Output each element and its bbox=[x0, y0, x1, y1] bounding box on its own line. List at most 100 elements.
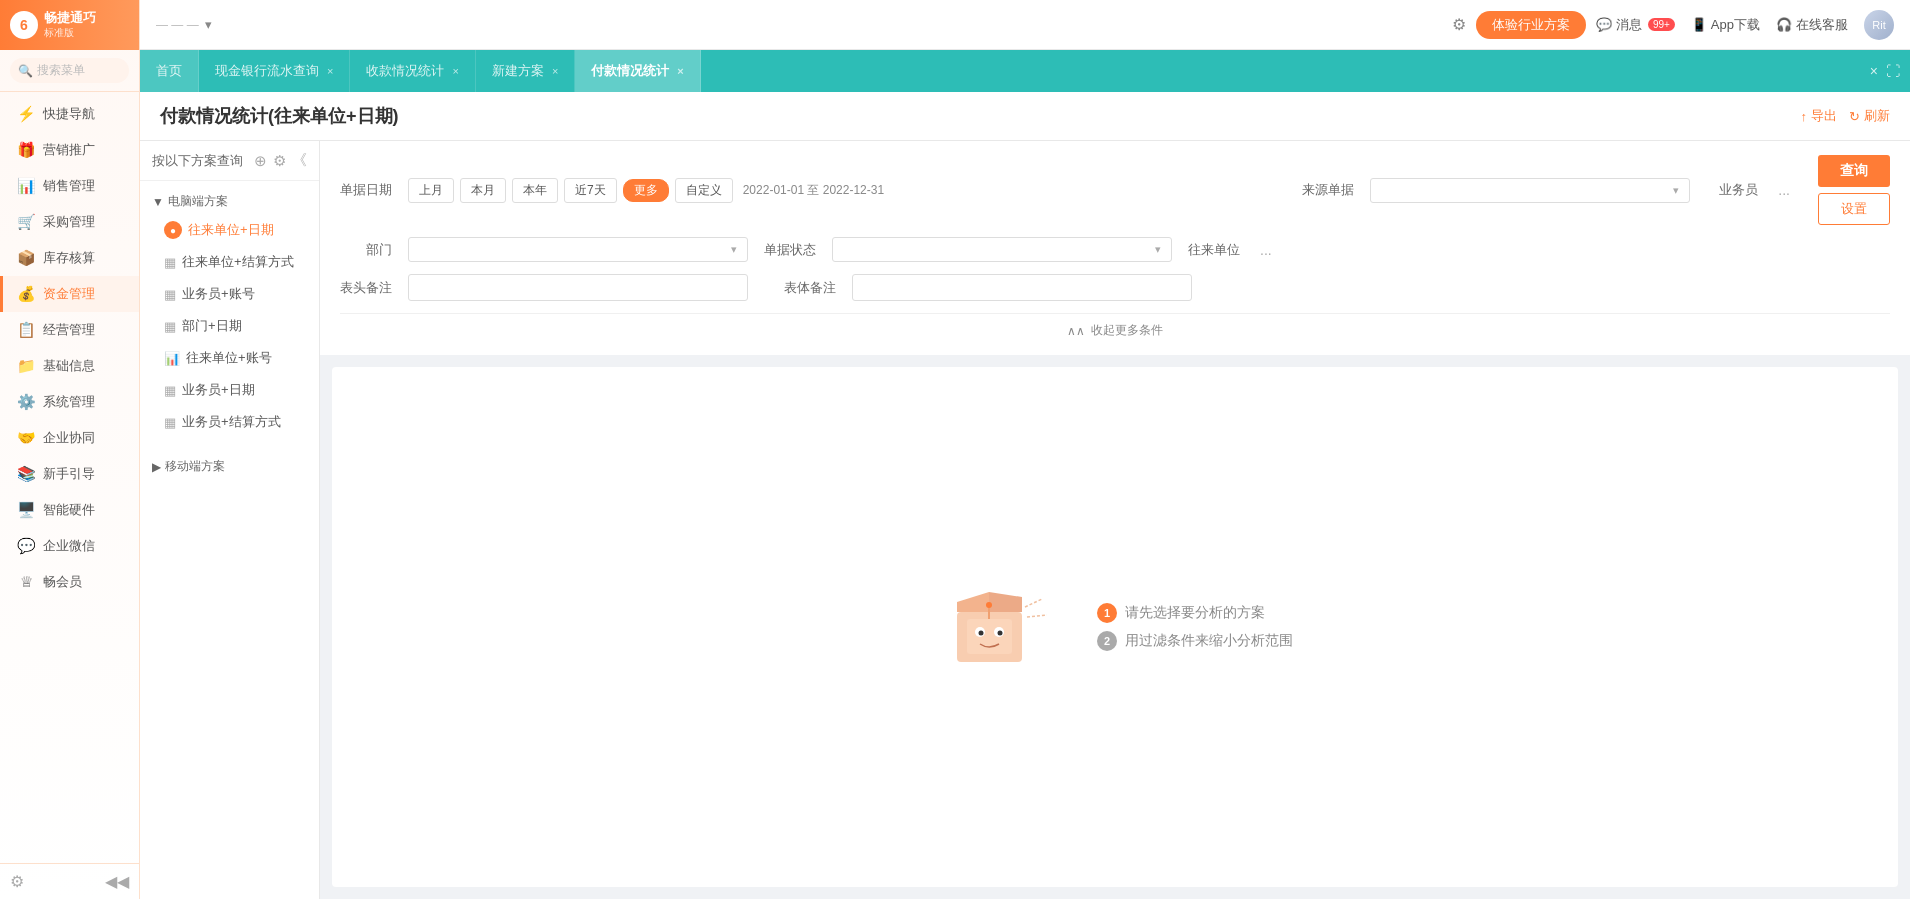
sidebar-item-label: 系统管理 bbox=[43, 393, 95, 411]
user-avatar[interactable]: Rit bbox=[1864, 10, 1894, 40]
dept-label: 部门 bbox=[340, 241, 392, 259]
body-note-input[interactable] bbox=[852, 274, 1192, 301]
tab-payment-close[interactable]: × bbox=[677, 65, 683, 77]
marketing-icon: 🎁 bbox=[17, 141, 35, 159]
scheme-mobile-title[interactable]: ▶ 移动端方案 bbox=[140, 454, 319, 479]
experience-btn[interactable]: 体验行业方案 bbox=[1476, 11, 1586, 39]
collapse-sidebar-icon[interactable]: ◀◀ bbox=[105, 872, 129, 891]
related-unit-ellipsis[interactable]: ... bbox=[1256, 242, 1276, 258]
date-btn-this-month[interactable]: 本月 bbox=[460, 178, 506, 203]
messages-btn[interactable]: 💬 消息 99+ bbox=[1596, 16, 1675, 34]
section-label: 电脑端方案 bbox=[168, 193, 228, 210]
sidebar-item-basicinfo[interactable]: 📁 基础信息 bbox=[0, 348, 139, 384]
dropdown-arrow[interactable]: ▾ bbox=[205, 17, 212, 32]
sidebar-item-system[interactable]: ⚙️ 系统管理 bbox=[0, 384, 139, 420]
scheme-item-staff-date[interactable]: ▦ 业务员+日期 bbox=[140, 374, 319, 406]
dept-select[interactable]: ▾ bbox=[408, 237, 748, 262]
sidebar-item-guide[interactable]: 📚 新手引导 bbox=[0, 456, 139, 492]
scheme-item-unit-date[interactable]: ● 往来单位+日期 bbox=[140, 214, 319, 246]
scheme-add-icon[interactable]: ⊕ bbox=[254, 152, 267, 170]
sidebar-search-inner[interactable]: 🔍 搜索菜单 bbox=[10, 58, 129, 83]
date-btn-last-month[interactable]: 上月 bbox=[408, 178, 454, 203]
sidebar-item-capital[interactable]: 💰 资金管理 bbox=[0, 276, 139, 312]
settings-btn[interactable]: 设置 bbox=[1818, 193, 1890, 225]
sidebar-bottom: ⚙ ◀◀ bbox=[0, 863, 139, 899]
sidebar-item-quicknav[interactable]: ⚡ 快捷导航 bbox=[0, 96, 139, 132]
query-btn[interactable]: 查询 bbox=[1818, 155, 1890, 187]
tab-bank-close[interactable]: × bbox=[327, 65, 333, 77]
dept-select-arrow: ▾ bbox=[731, 243, 737, 256]
logo-icon: 6 bbox=[10, 11, 38, 39]
sidebar-item-inventory[interactable]: 📦 库存核算 bbox=[0, 240, 139, 276]
settings-bottom-icon[interactable]: ⚙ bbox=[10, 872, 24, 891]
empty-state-content: 1 请先选择要分析的方案 2 用过滤条件来缩小分析范围 bbox=[937, 577, 1293, 677]
search-label: 搜索菜单 bbox=[37, 62, 85, 79]
date-buttons: 上月 本月 本年 近7天 更多 自定义 2022-01-01 至 2022-12… bbox=[408, 178, 884, 203]
sidebar-item-operations[interactable]: 📋 经营管理 bbox=[0, 312, 139, 348]
empty-state: 1 请先选择要分析的方案 2 用过滤条件来缩小分析范围 bbox=[332, 367, 1898, 887]
doc-status-select[interactable]: ▾ bbox=[832, 237, 1172, 262]
sidebar-nav: ⚡ 快捷导航 🎁 营销推广 📊 销售管理 🛒 采购管理 📦 库存核算 💰 资金管… bbox=[0, 92, 139, 863]
header-settings-icon[interactable]: ⚙ bbox=[1452, 15, 1466, 34]
tab-new-scheme-close[interactable]: × bbox=[552, 65, 558, 77]
scheme-item-dept-date[interactable]: ▦ 部门+日期 bbox=[140, 310, 319, 342]
guide-icon: 📚 bbox=[17, 465, 35, 483]
date-btn-more[interactable]: 更多 bbox=[623, 179, 669, 202]
scheme-item-unit-settle[interactable]: ▦ 往来单位+结算方式 bbox=[140, 246, 319, 278]
empty-step-1: 1 请先选择要分析的方案 bbox=[1097, 603, 1293, 623]
scheme-table-icon: ▦ bbox=[164, 287, 176, 302]
date-btn-custom[interactable]: 自定义 bbox=[675, 178, 733, 203]
refresh-btn[interactable]: ↻ 刷新 bbox=[1849, 107, 1890, 125]
sidebar-item-sales[interactable]: 📊 销售管理 bbox=[0, 168, 139, 204]
scheme-item-label: 业务员+日期 bbox=[182, 381, 255, 399]
filter-collapse-btn[interactable]: ∧∧ 收起更多条件 bbox=[340, 313, 1890, 347]
source-select[interactable]: ▾ bbox=[1370, 178, 1690, 203]
scheme-panel: 按以下方案查询 ⊕ ⚙ 《 ▼ 电脑端方案 ● 往来单位+日期 bbox=[140, 141, 320, 899]
scheme-item-unit-account[interactable]: 📊 往来单位+账号 bbox=[140, 342, 319, 374]
scheme-item-staff-settle[interactable]: ▦ 业务员+结算方式 bbox=[140, 406, 319, 438]
logo-text-block: 畅捷通巧 标准版 bbox=[44, 10, 96, 40]
filter-area: 单据日期 上月 本月 本年 近7天 更多 自定义 2022-01-01 至 20… bbox=[320, 141, 1910, 355]
sidebar-item-marketing[interactable]: 🎁 营销推广 bbox=[0, 132, 139, 168]
collapse-label: 收起更多条件 bbox=[1091, 322, 1163, 339]
fullscreen-icon[interactable]: ⛶ bbox=[1886, 63, 1900, 79]
scheme-item-label: 往来单位+结算方式 bbox=[182, 253, 294, 271]
staff-label: 业务员 bbox=[1706, 181, 1758, 199]
empty-illustration bbox=[937, 577, 1057, 677]
head-note-input[interactable] bbox=[408, 274, 748, 301]
app-download-btn[interactable]: 📱 App下载 bbox=[1691, 16, 1760, 34]
online-service-btn[interactable]: 🎧 在线客服 bbox=[1776, 16, 1848, 34]
scheme-settings-icon[interactable]: ⚙ bbox=[273, 152, 286, 170]
sidebar-item-label: 新手引导 bbox=[43, 465, 95, 483]
scheme-collapse-icon[interactable]: 《 bbox=[292, 151, 307, 170]
tab-bank[interactable]: 现金银行流水查询 × bbox=[199, 50, 350, 92]
export-btn[interactable]: ↑ 导出 bbox=[1801, 107, 1838, 125]
date-range-text: 2022-01-01 至 2022-12-31 bbox=[743, 182, 884, 199]
empty-text: 1 请先选择要分析的方案 2 用过滤条件来缩小分析范围 bbox=[1097, 603, 1293, 651]
scheme-desktop-title[interactable]: ▼ 电脑端方案 bbox=[140, 189, 319, 214]
scheme-item-staff-account[interactable]: ▦ 业务员+账号 bbox=[140, 278, 319, 310]
tab-collection[interactable]: 收款情况统计 × bbox=[350, 50, 475, 92]
tab-payment[interactable]: 付款情况统计 × bbox=[575, 50, 700, 92]
sidebar-item-hardware[interactable]: 🖥️ 智能硬件 bbox=[0, 492, 139, 528]
sidebar-item-enterprise[interactable]: 🤝 企业协同 bbox=[0, 420, 139, 456]
head-note-label: 表头备注 bbox=[340, 279, 392, 297]
sidebar-search-container[interactable]: 🔍 搜索菜单 bbox=[0, 50, 139, 92]
scheme-panel-header: 按以下方案查询 ⊕ ⚙ 《 bbox=[140, 141, 319, 181]
tab-home[interactable]: 首页 bbox=[140, 50, 199, 92]
related-unit-label: 往来单位 bbox=[1188, 241, 1240, 259]
close-all-tab-icon[interactable]: × bbox=[1870, 63, 1878, 79]
tab-new-scheme-label: 新建方案 bbox=[492, 62, 544, 80]
date-btn-this-year[interactable]: 本年 bbox=[512, 178, 558, 203]
collapse-up-icon: ∧∧ bbox=[1067, 324, 1085, 338]
date-btn-7days[interactable]: 近7天 bbox=[564, 178, 617, 203]
tab-collection-close[interactable]: × bbox=[452, 65, 458, 77]
sidebar-item-member[interactable]: ♕ 畅会员 bbox=[0, 564, 139, 600]
sidebar-item-wechat[interactable]: 💬 企业微信 bbox=[0, 528, 139, 564]
tab-new-scheme[interactable]: 新建方案 × bbox=[476, 50, 575, 92]
refresh-label: 刷新 bbox=[1864, 107, 1890, 125]
sidebar-item-label: 销售管理 bbox=[43, 177, 95, 195]
sidebar-item-purchase[interactable]: 🛒 采购管理 bbox=[0, 204, 139, 240]
source-select-arrow: ▾ bbox=[1673, 184, 1679, 197]
staff-ellipsis[interactable]: ... bbox=[1774, 182, 1794, 198]
